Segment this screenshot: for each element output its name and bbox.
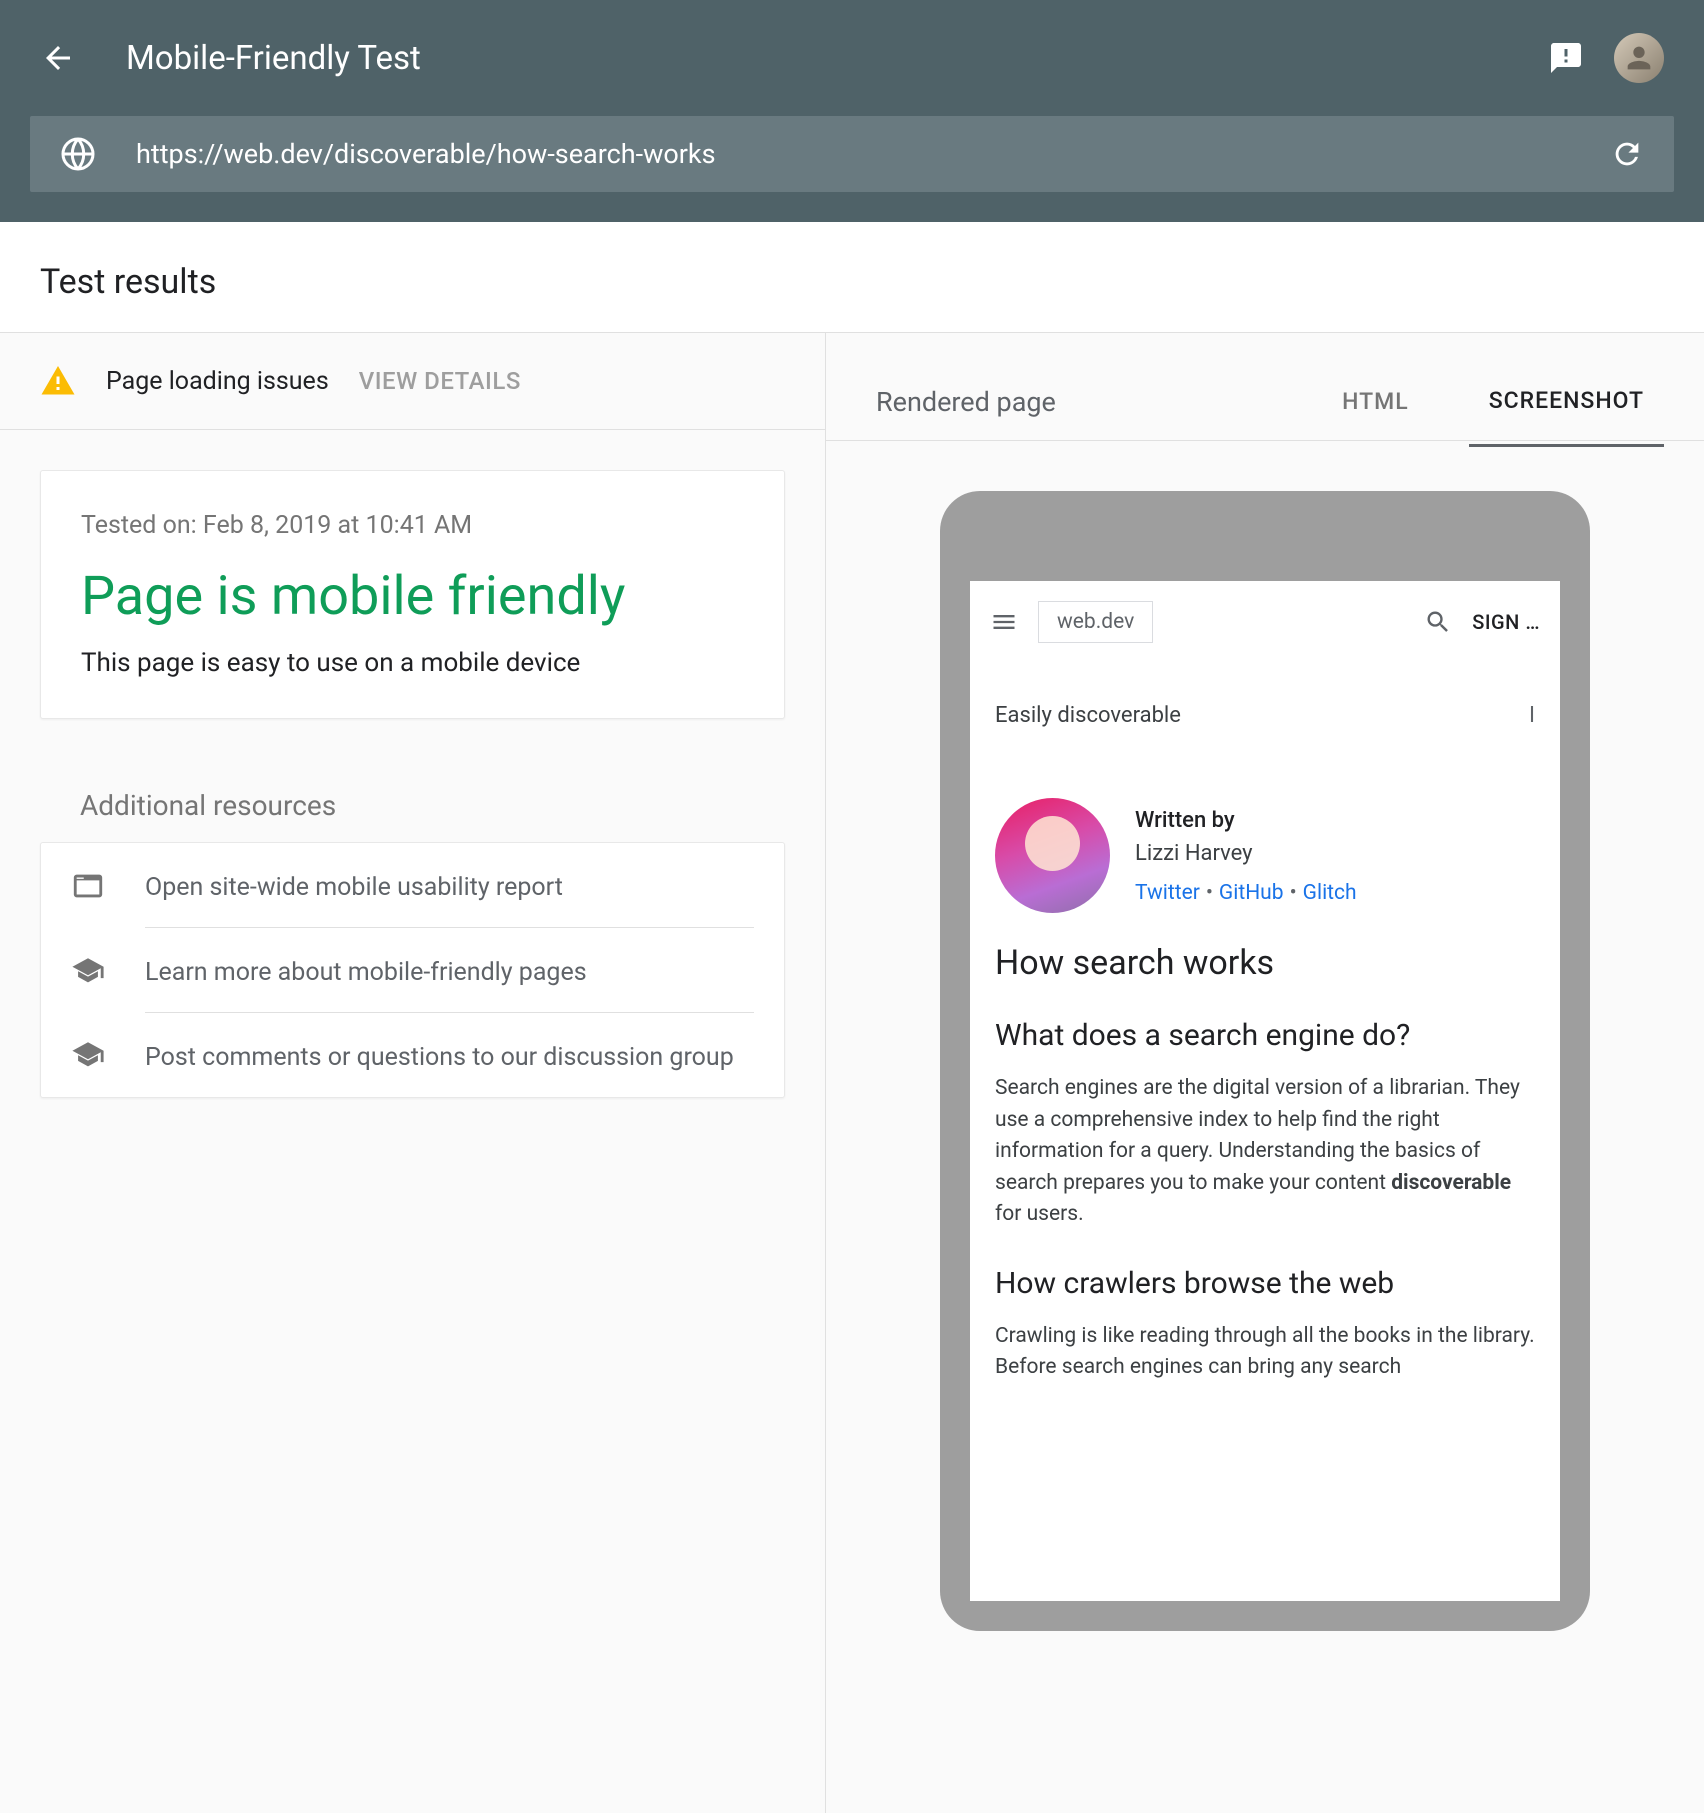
feedback-icon[interactable] xyxy=(1548,40,1584,76)
left-column: Page loading issues VIEW DETAILS Tested … xyxy=(0,333,826,1813)
phone-topbar: web.dev SIGN … xyxy=(970,581,1560,663)
app-header: Mobile-Friendly Test xyxy=(0,0,1704,116)
author-links: Twitter•GitHub•Glitch xyxy=(1135,881,1357,905)
breadcrumb-divider: I xyxy=(1529,703,1535,728)
url-bar-container: https://web.dev/discoverable/how-search-… xyxy=(0,116,1704,222)
results-header: Test results xyxy=(0,222,1704,333)
article-paragraph-2: Crawling is like reading through all the… xyxy=(995,1321,1535,1384)
author-avatar xyxy=(995,798,1110,913)
right-header: Rendered page HTML SCREENSHOT xyxy=(826,333,1704,441)
phone-preview-wrap: web.dev SIGN … Easily discoverable I xyxy=(826,441,1704,1681)
written-by-label: Written by xyxy=(1135,808,1357,833)
app-title: Mobile-Friendly Test xyxy=(126,39,1548,78)
issues-label: Page loading issues xyxy=(106,367,329,396)
tab-screenshot[interactable]: SCREENSHOT xyxy=(1469,357,1664,447)
warning-icon xyxy=(40,363,76,399)
phone-screen: web.dev SIGN … Easily discoverable I xyxy=(970,581,1560,1601)
url-bar: https://web.dev/discoverable/how-search-… xyxy=(30,116,1674,192)
web-icon xyxy=(71,869,105,903)
tested-on-text: Tested on: Feb 8, 2019 at 10:41 AM xyxy=(81,511,744,540)
author-block: Written by Lizzi Harvey Twitter•GitHub•G… xyxy=(995,798,1535,913)
globe-icon xyxy=(60,136,96,172)
back-arrow-icon[interactable] xyxy=(40,40,76,76)
tab-html[interactable]: HTML xyxy=(1322,358,1429,445)
article-paragraph: Search engines are the digital version o… xyxy=(995,1073,1535,1231)
link-twitter[interactable]: Twitter xyxy=(1135,881,1200,905)
user-avatar[interactable] xyxy=(1614,33,1664,83)
phone-frame: web.dev SIGN … Easily discoverable I xyxy=(940,491,1590,1631)
school-icon xyxy=(71,1038,105,1072)
resource-discussion[interactable]: Post comments or questions to our discus… xyxy=(41,1013,784,1097)
breadcrumb: Easily discoverable I xyxy=(995,663,1535,798)
results-title: Test results xyxy=(40,262,1664,302)
article-subheading-2: How crawlers browse the web xyxy=(995,1266,1535,1301)
author-info: Written by Lizzi Harvey Twitter•GitHub•G… xyxy=(1135,798,1357,905)
view-details-button[interactable]: VIEW DETAILS xyxy=(359,367,521,395)
search-icon[interactable] xyxy=(1424,608,1452,636)
link-github[interactable]: GitHub xyxy=(1219,881,1284,905)
resource-text: Post comments or questions to our discus… xyxy=(145,1043,734,1072)
link-glitch[interactable]: Glitch xyxy=(1303,881,1357,905)
domain-box[interactable]: web.dev xyxy=(1038,601,1153,643)
main-content: Page loading issues VIEW DETAILS Tested … xyxy=(0,333,1704,1813)
rendered-page-label: Rendered page xyxy=(876,386,1282,418)
resource-usability-report[interactable]: Open site-wide mobile usability report xyxy=(41,843,784,928)
article-subheading: What does a search engine do? xyxy=(995,1018,1535,1053)
result-card: Tested on: Feb 8, 2019 at 10:41 AM Page … xyxy=(40,470,785,719)
result-subtext: This page is easy to use on a mobile dev… xyxy=(81,648,744,678)
resources-heading: Additional resources xyxy=(0,759,825,842)
right-column: Rendered page HTML SCREENSHOT web.dev xyxy=(826,333,1704,1813)
phone-body: Easily discoverable I Written by Lizzi H… xyxy=(970,663,1560,1384)
refresh-icon[interactable] xyxy=(1610,137,1644,171)
school-icon xyxy=(71,954,105,988)
resources-card: Open site-wide mobile usability report L… xyxy=(40,842,785,1098)
result-headline: Page is mobile friendly xyxy=(81,565,744,628)
resource-text: Open site-wide mobile usability report xyxy=(145,873,563,902)
author-name: Lizzi Harvey xyxy=(1135,841,1357,866)
breadcrumb-text: Easily discoverable xyxy=(995,703,1181,728)
article-title: How search works xyxy=(995,943,1535,983)
resource-learn-more[interactable]: Learn more about mobile-friendly pages xyxy=(41,928,784,1013)
sign-in-button[interactable]: SIGN … xyxy=(1472,610,1540,634)
url-input[interactable]: https://web.dev/discoverable/how-search-… xyxy=(136,138,1610,170)
issues-bar: Page loading issues VIEW DETAILS xyxy=(0,333,825,430)
resource-text: Learn more about mobile-friendly pages xyxy=(145,958,587,987)
hamburger-icon[interactable] xyxy=(990,608,1018,636)
header-actions xyxy=(1548,33,1664,83)
